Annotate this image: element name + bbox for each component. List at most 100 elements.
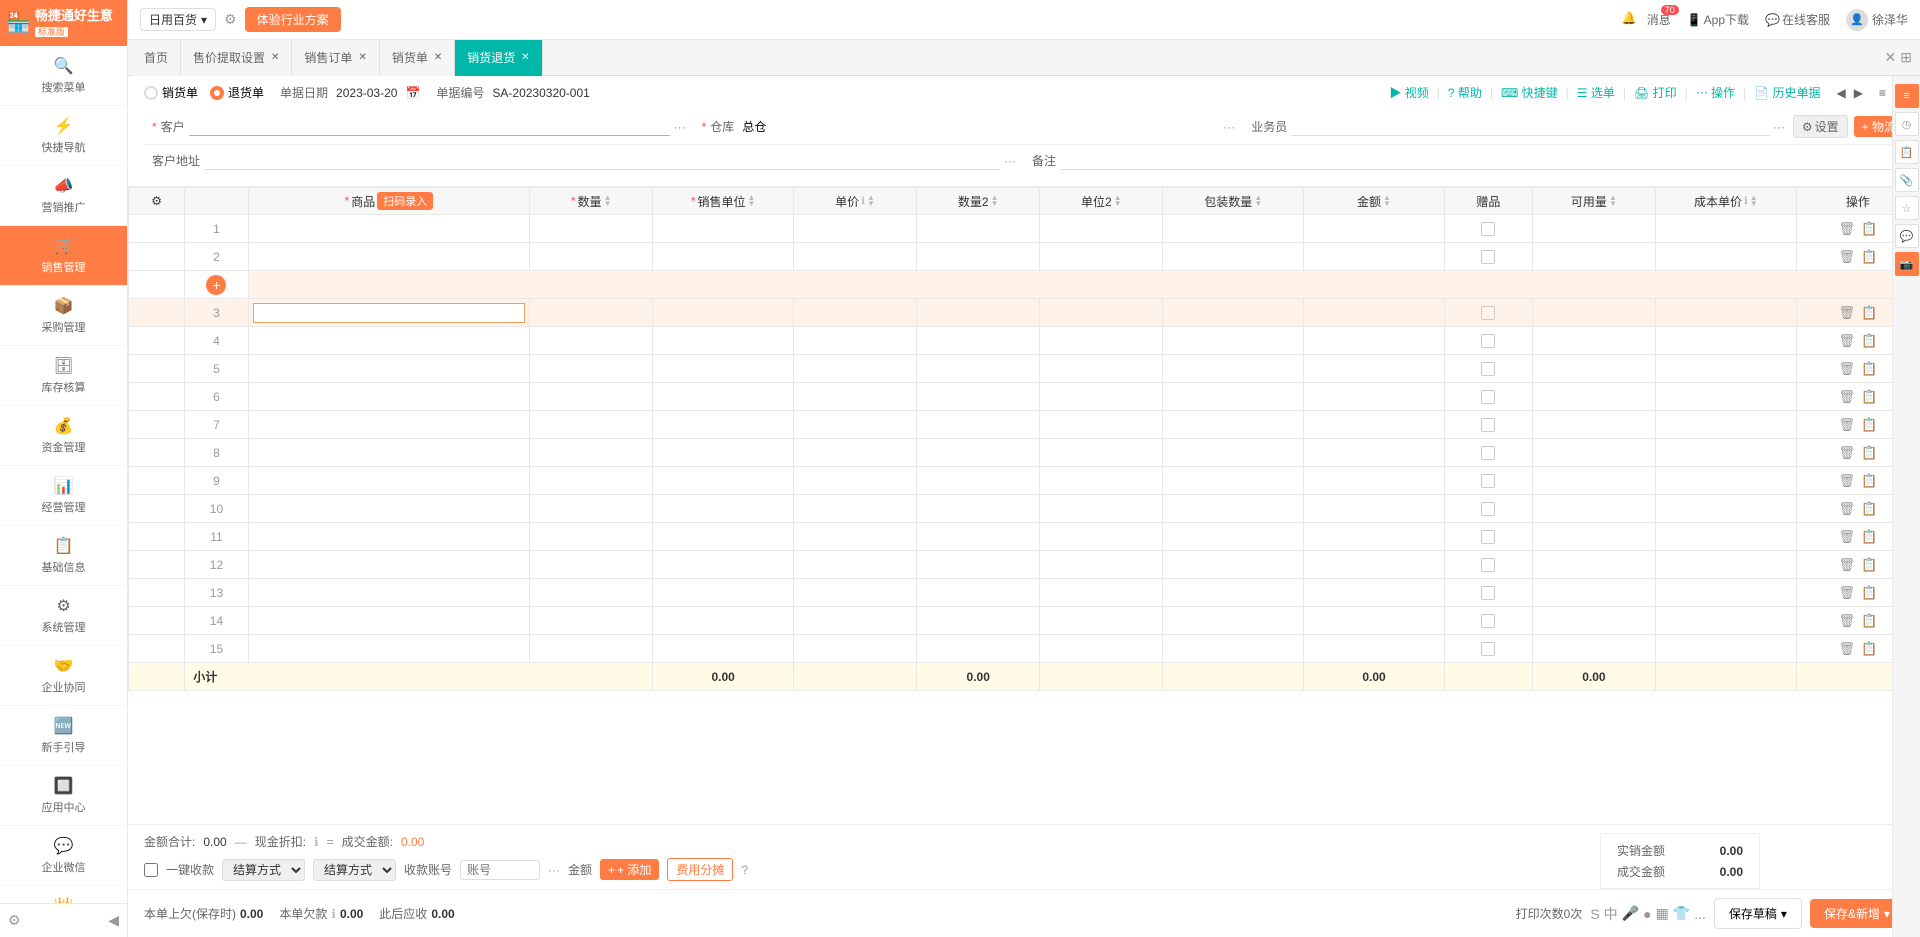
row-4-amount[interactable] bbox=[1304, 327, 1445, 355]
row-11-unit[interactable] bbox=[653, 523, 794, 551]
row-15-qty[interactable] bbox=[530, 635, 653, 663]
add-payment-btn[interactable]: + + 添加 bbox=[600, 859, 659, 880]
sidebar-item-operations[interactable]: 📊 经营管理 bbox=[0, 466, 127, 526]
row-4-unit[interactable] bbox=[653, 327, 794, 355]
tab-sales-order[interactable]: 销售订单 ✕ bbox=[292, 40, 379, 76]
row-15-pkg[interactable] bbox=[1163, 635, 1304, 663]
row-15-avail[interactable] bbox=[1532, 635, 1655, 663]
save-draft-button[interactable]: 保存草稿 ▾ bbox=[1714, 898, 1802, 929]
row-13-gift[interactable] bbox=[1444, 579, 1532, 607]
row-6-amount[interactable] bbox=[1304, 383, 1445, 411]
sidebar-item-purchase[interactable]: 📦 采购管理 bbox=[0, 286, 127, 346]
tab-price-setting[interactable]: 售价提取设置 ✕ bbox=[181, 40, 292, 76]
row-14-copy-icon[interactable]: 📋 bbox=[1861, 613, 1877, 629]
close-sales-return-tab[interactable]: ✕ bbox=[521, 52, 529, 63]
row-13-delete-icon[interactable]: 🗑 bbox=[1839, 585, 1856, 601]
row-7-pkg[interactable] bbox=[1163, 411, 1304, 439]
row-13-qty[interactable] bbox=[530, 579, 653, 607]
view-list-icon[interactable]: ≡ bbox=[1879, 86, 1886, 100]
row-15-product[interactable] bbox=[248, 635, 529, 663]
row-13-copy-icon[interactable]: 📋 bbox=[1861, 585, 1877, 601]
row-12-pkg[interactable] bbox=[1163, 551, 1304, 579]
tab-sales-delivery[interactable]: 销货单 ✕ bbox=[380, 40, 455, 76]
row-10-gift[interactable] bbox=[1444, 495, 1532, 523]
row-10-avail[interactable] bbox=[1532, 495, 1655, 523]
row-13-unit[interactable] bbox=[653, 579, 794, 607]
row-9-pkg[interactable] bbox=[1163, 467, 1304, 495]
row-15-unit[interactable] bbox=[653, 635, 794, 663]
row-6-product[interactable] bbox=[248, 383, 529, 411]
row-13-qty2[interactable] bbox=[917, 579, 1040, 607]
side-btn-5[interactable]: ☆ bbox=[1895, 196, 1919, 220]
row-12-price[interactable] bbox=[793, 551, 916, 579]
row-3-delete-icon[interactable]: 🗑 bbox=[1839, 305, 1856, 321]
row-9-gift[interactable] bbox=[1444, 467, 1532, 495]
settings-button[interactable]: ⚙ 设置 bbox=[1793, 115, 1848, 138]
row-9-amount[interactable] bbox=[1304, 467, 1445, 495]
row-8-gift[interactable] bbox=[1444, 439, 1532, 467]
row-15-delete-icon[interactable]: 🗑 bbox=[1839, 641, 1856, 657]
row-11-qty2[interactable] bbox=[917, 523, 1040, 551]
sidebar-item-member[interactable]: 👑 畅会员 bbox=[0, 886, 127, 903]
row-7-copy-icon[interactable]: 📋 bbox=[1861, 417, 1877, 433]
calendar-icon[interactable]: 📅 bbox=[405, 86, 420, 100]
row-11-cost[interactable] bbox=[1655, 523, 1796, 551]
row-9-unit[interactable] bbox=[653, 467, 794, 495]
row-15-unit2[interactable] bbox=[1040, 635, 1163, 663]
row-3-product[interactable] bbox=[248, 299, 529, 327]
row-11-price[interactable] bbox=[793, 523, 916, 551]
row-6-unit[interactable] bbox=[653, 383, 794, 411]
row-8-qty2[interactable] bbox=[917, 439, 1040, 467]
row-5-unit2[interactable] bbox=[1040, 355, 1163, 383]
row-12-unit[interactable] bbox=[653, 551, 794, 579]
close-sales-delivery-tab[interactable]: ✕ bbox=[434, 52, 442, 63]
row-12-qty2[interactable] bbox=[917, 551, 1040, 579]
row-2-cost[interactable] bbox=[1655, 243, 1796, 271]
row-3-gift[interactable] bbox=[1444, 299, 1532, 327]
row-8-amount[interactable] bbox=[1304, 439, 1445, 467]
row-5-copy-icon[interactable]: 📋 bbox=[1861, 361, 1877, 377]
row-8-product[interactable] bbox=[248, 439, 529, 467]
row-5-qty2[interactable] bbox=[917, 355, 1040, 383]
row-4-cost[interactable] bbox=[1655, 327, 1796, 355]
row-11-unit2[interactable] bbox=[1040, 523, 1163, 551]
gift-checkbox-2[interactable] bbox=[1481, 250, 1495, 264]
sidebar-item-wechat[interactable]: 💬 企业微信 bbox=[0, 826, 127, 886]
nav-prev[interactable]: ◀ bbox=[1836, 86, 1845, 100]
row-12-amount[interactable] bbox=[1304, 551, 1445, 579]
customer-input[interactable] bbox=[189, 117, 670, 136]
side-btn-7[interactable]: 📷 bbox=[1895, 252, 1919, 276]
row-14-qty[interactable] bbox=[530, 607, 653, 635]
row-6-avail[interactable] bbox=[1532, 383, 1655, 411]
row-10-copy-icon[interactable]: 📋 bbox=[1861, 501, 1877, 517]
row-9-delete-icon[interactable]: 🗑 bbox=[1839, 473, 1856, 489]
row-4-qty2[interactable] bbox=[917, 327, 1040, 355]
module-select[interactable]: 日用百货 ▾ bbox=[140, 8, 216, 31]
sidebar-item-search[interactable]: 🔍 搜索菜单 bbox=[0, 46, 127, 106]
row-1-product[interactable] bbox=[248, 215, 529, 243]
row-13-amount[interactable] bbox=[1304, 579, 1445, 607]
row-11-amount[interactable] bbox=[1304, 523, 1445, 551]
row-3-pkg[interactable] bbox=[1163, 299, 1304, 327]
row-7-unit[interactable] bbox=[653, 411, 794, 439]
row-10-unit2[interactable] bbox=[1040, 495, 1163, 523]
nav-next[interactable]: ▶ bbox=[1854, 86, 1863, 100]
row-4-delete-icon[interactable]: 🗑 bbox=[1839, 333, 1856, 349]
row-7-amount[interactable] bbox=[1304, 411, 1445, 439]
gift-checkbox-15[interactable] bbox=[1481, 642, 1495, 656]
account-input[interactable] bbox=[460, 860, 540, 880]
gift-checkbox-8[interactable] bbox=[1481, 446, 1495, 460]
account-dots[interactable]: ··· bbox=[548, 863, 560, 877]
row-5-amount[interactable] bbox=[1304, 355, 1445, 383]
row-15-cost[interactable] bbox=[1655, 635, 1796, 663]
row-8-avail[interactable] bbox=[1532, 439, 1655, 467]
row-2-pkg[interactable] bbox=[1163, 243, 1304, 271]
row-1-gift[interactable] bbox=[1444, 215, 1532, 243]
row-12-qty[interactable] bbox=[530, 551, 653, 579]
row-1-delete-icon[interactable]: 🗑 bbox=[1839, 221, 1856, 237]
row-3-price[interactable] bbox=[793, 299, 916, 327]
action-operations[interactable]: ⋯ 操作 bbox=[1696, 84, 1735, 101]
tab-expand-btn[interactable]: ⊞ bbox=[1900, 49, 1912, 66]
row-4-pkg[interactable] bbox=[1163, 327, 1304, 355]
row-5-pkg[interactable] bbox=[1163, 355, 1304, 383]
